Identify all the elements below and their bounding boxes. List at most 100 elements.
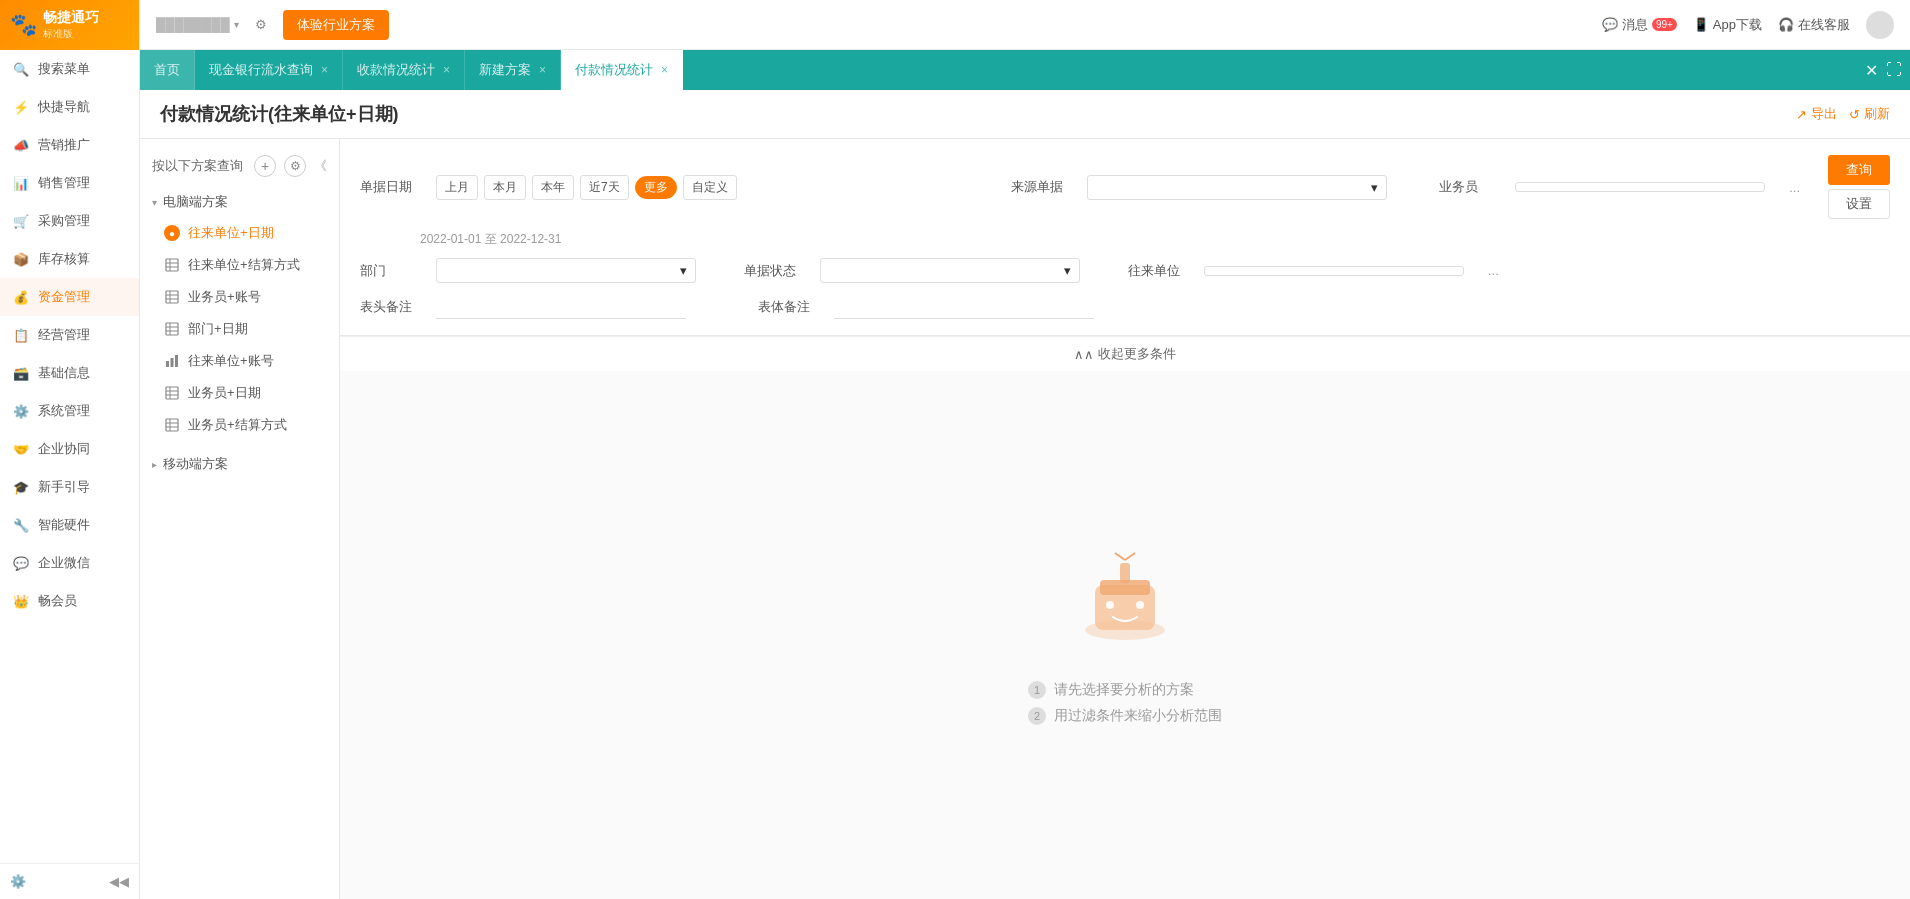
sidebar-item-search[interactable]: 🔍 搜索菜单 <box>0 50 139 88</box>
footer-settings-icon[interactable]: ⚙️ <box>10 874 26 889</box>
tab-payment-stats[interactable]: 付款情况统计 × <box>561 50 683 90</box>
sidebar-item-sales[interactable]: 📊 销售管理 <box>0 164 139 202</box>
tab-close-payment-stats[interactable]: × <box>661 63 668 77</box>
source-label: 来源单据 <box>1011 178 1071 196</box>
scheme-table2-icon <box>164 289 180 305</box>
scheme-table3-icon <box>164 321 180 337</box>
dept-select[interactable]: ▾ <box>436 258 696 283</box>
date-last-month-btn[interactable]: 上月 <box>436 175 478 200</box>
filter-add-button[interactable]: + <box>254 155 276 177</box>
sidebar-item-inventory[interactable]: 📦 库存核算 <box>0 240 139 278</box>
tip-num-1: 1 <box>1028 681 1046 699</box>
status-dropdown-icon: ▾ <box>1064 263 1071 278</box>
desktop-section-title[interactable]: ▾ 电脑端方案 <box>140 187 339 217</box>
date-this-year-btn[interactable]: 本年 <box>532 175 574 200</box>
company-selector[interactable]: ████████ <box>156 17 239 32</box>
tab-bank-flow[interactable]: 现金银行流水查询 × <box>195 50 343 90</box>
scheme-active-icon: ● <box>164 225 180 241</box>
sidebar-item-quick-nav[interactable]: ⚡ 快捷导航 <box>0 88 139 126</box>
tab-close-bank-flow[interactable]: × <box>321 63 328 77</box>
sidebar-item-operations[interactable]: 📋 经营管理 <box>0 316 139 354</box>
filter-collapse-button[interactable]: 《 <box>314 157 327 175</box>
sidebar-navigation: 🔍 搜索菜单 ⚡ 快捷导航 📣 营销推广 📊 销售管理 🛒 采购管理 📦 <box>0 50 139 863</box>
status-select[interactable]: ▾ <box>820 258 1080 283</box>
scheme-item-salesperson-date[interactable]: 业务员+日期 <box>140 377 339 409</box>
tab-home[interactable]: 首页 <box>140 50 195 90</box>
service-icon: 🎧 <box>1778 17 1794 32</box>
tip-num-2: 2 <box>1028 707 1046 725</box>
collapse-more-btn[interactable]: ∧∧ 收起更多条件 <box>340 336 1910 371</box>
tab-close-collection-stats[interactable]: × <box>443 63 450 77</box>
date-more-btn[interactable]: 更多 <box>635 176 677 199</box>
header-notes-label: 表头备注 <box>360 298 420 316</box>
scheme-item-dept-date[interactable]: 部门+日期 <box>140 313 339 345</box>
page-title: 付款情况统计(往来单位+日期) <box>160 102 399 126</box>
scheme-item-counterpart-date[interactable]: ● 往来单位+日期 <box>140 217 339 249</box>
scheme-item-counterpart-settlement[interactable]: 往来单位+结算方式 <box>140 249 339 281</box>
body-notes-input[interactable] <box>834 295 1094 319</box>
tab-new-scheme[interactable]: 新建方案 × <box>465 50 561 90</box>
messages-button[interactable]: 💬 消息 99+ <box>1602 16 1677 34</box>
refresh-button[interactable]: ↺ 刷新 <box>1849 105 1890 123</box>
footer-collapse-icon[interactable]: ◀◀ <box>109 874 129 889</box>
scheme-chart-icon <box>164 353 180 369</box>
guide-icon: 🎓 <box>12 478 30 496</box>
date-this-month-btn[interactable]: 本月 <box>484 175 526 200</box>
scheme-item-salesperson-settlement[interactable]: 业务员+结算方式 <box>140 409 339 441</box>
online-service-button[interactable]: 🎧 在线客服 <box>1778 16 1850 34</box>
empty-illustration <box>1065 545 1185 665</box>
filter-header: 按以下方案查询 + ⚙ 《 <box>140 149 339 183</box>
sidebar-item-guide[interactable]: 🎓 新手引导 <box>0 468 139 506</box>
date-last-7days-btn[interactable]: 近7天 <box>580 175 629 200</box>
sidebar-item-system[interactable]: ⚙️ 系统管理 <box>0 392 139 430</box>
content-area: 按以下方案查询 + ⚙ 《 ▾ 电脑端方案 ● <box>140 139 1910 899</box>
sidebar-item-basic-info[interactable]: 🗃️ 基础信息 <box>0 354 139 392</box>
filter-settings-button[interactable]: ⚙ <box>284 155 306 177</box>
desktop-section-arrow: ▾ <box>152 197 157 208</box>
tab-maximize-button[interactable]: ⛶ <box>1886 61 1902 79</box>
quick-nav-icon: ⚡ <box>12 98 30 116</box>
try-industry-button[interactable]: 体验行业方案 <box>283 10 389 40</box>
left-panel: 按以下方案查询 + ⚙ 《 ▾ 电脑端方案 ● <box>140 139 340 899</box>
counterpart-select[interactable] <box>1204 266 1464 276</box>
salesperson-select[interactable] <box>1515 182 1765 192</box>
status-label: 单据状态 <box>744 262 804 280</box>
system-icon: ⚙️ <box>12 402 30 420</box>
sidebar-item-marketing[interactable]: 📣 营销推广 <box>0 126 139 164</box>
sidebar-item-hardware[interactable]: 🔧 智能硬件 <box>0 506 139 544</box>
tab-collection-stats[interactable]: 收款情况统计 × <box>343 50 465 90</box>
header-notes-input[interactable] <box>436 295 686 319</box>
counterpart-dots[interactable]: ... <box>1488 263 1499 278</box>
date-custom-btn[interactable]: 自定义 <box>683 175 737 200</box>
mobile-scheme-section: ▸ 移动端方案 <box>140 445 339 483</box>
mobile-section-title[interactable]: ▸ 移动端方案 <box>140 449 339 479</box>
app-download-button[interactable]: 📱 App下载 <box>1693 16 1762 34</box>
source-select[interactable]: ▾ <box>1087 175 1387 200</box>
search-nav-icon: 🔍 <box>12 60 30 78</box>
scheme-item-salesperson-account[interactable]: 业务员+账号 <box>140 281 339 313</box>
sidebar-item-cooperation[interactable]: 🤝 企业协同 <box>0 430 139 468</box>
topbar-settings-button[interactable]: ⚙ <box>247 11 275 39</box>
tab-close-new-scheme[interactable]: × <box>539 63 546 77</box>
export-icon: ↗ <box>1796 107 1807 122</box>
sidebar-item-weixin[interactable]: 💬 企业微信 <box>0 544 139 582</box>
export-button[interactable]: ↗ 导出 <box>1796 105 1837 123</box>
tab-close-all-button[interactable]: ✕ <box>1865 61 1878 80</box>
scheme-item-counterpart-account[interactable]: 往来单位+账号 <box>140 345 339 377</box>
sidebar-item-finance[interactable]: 💰 资金管理 <box>0 278 139 316</box>
salesperson-dots[interactable]: ... <box>1789 180 1800 195</box>
sidebar-footer: ⚙️ ◀◀ <box>0 863 139 899</box>
top-bar: ████████ ⚙ 体验行业方案 💬 消息 99+ 📱 App下载 🎧 <box>140 0 1910 50</box>
sidebar-item-purchase[interactable]: 🛒 采购管理 <box>0 202 139 240</box>
query-button[interactable]: 查询 <box>1828 155 1890 185</box>
filter-row-3: 表头备注 表体备注 <box>360 295 1890 319</box>
empty-tip-1: 1 请先选择要分析的方案 <box>1028 681 1222 699</box>
operations-icon: 📋 <box>12 326 30 344</box>
download-icon: 📱 <box>1693 17 1709 32</box>
sidebar-item-vip[interactable]: 👑 畅会员 <box>0 582 139 620</box>
basic-info-icon: 🗃️ <box>12 364 30 382</box>
user-avatar[interactable] <box>1866 11 1894 39</box>
empty-tips: 1 请先选择要分析的方案 2 用过滤条件来缩小分析范围 <box>1028 681 1222 725</box>
finance-icon: 💰 <box>12 288 30 306</box>
settings-button[interactable]: 设置 <box>1828 189 1890 219</box>
